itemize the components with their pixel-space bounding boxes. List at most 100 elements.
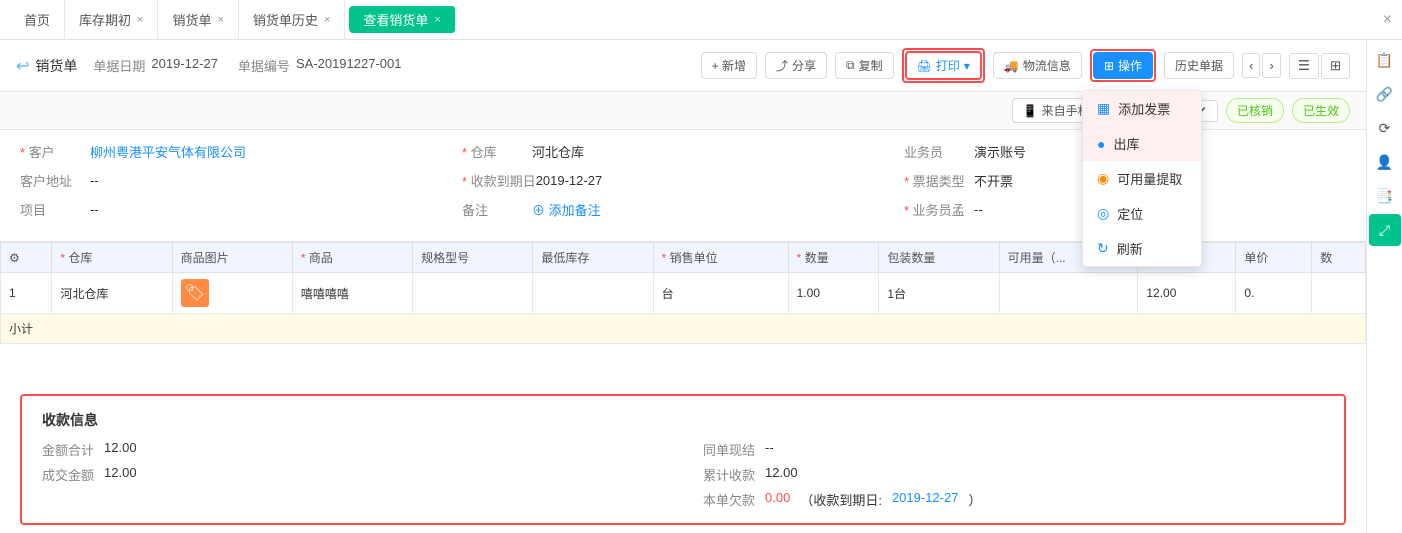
- dropdown-available-take[interactable]: ◉ 可用量提取: [1083, 161, 1201, 196]
- due-note: （收款到期日:: [800, 490, 882, 509]
- row-stock: 12.00: [1138, 273, 1236, 314]
- list-view-button[interactable]: ☰: [1289, 53, 1319, 79]
- link-icon: 🔗: [1376, 86, 1393, 103]
- cumulative-row: 累计收款 12.00: [703, 465, 1324, 484]
- copy-label: 复制: [859, 57, 883, 74]
- tab-view-close[interactable]: ×: [434, 14, 440, 26]
- tab-history-close[interactable]: ×: [324, 14, 330, 26]
- sidebar-icon-user[interactable]: 👤: [1369, 146, 1401, 178]
- transaction-label: 成交金额: [42, 465, 94, 484]
- logistics-button[interactable]: 🚚 物流信息: [993, 52, 1082, 79]
- print-dropdown-icon: ▾: [964, 59, 970, 73]
- share-label: 分享: [792, 57, 816, 74]
- sidebar-icon-expand[interactable]: ⤢: [1369, 214, 1401, 246]
- payment-date-field: 收款到期日 2019-12-27: [462, 171, 904, 190]
- refresh-icon: ↻: [1097, 240, 1109, 257]
- print-highlight-box: 🖨 打印 ▾: [902, 48, 985, 83]
- new-button[interactable]: + 新增: [701, 52, 757, 79]
- doc-meta: 单据日期 2019-12-27 单据编号 SA-20191227-001: [93, 56, 401, 75]
- tab-sales-history[interactable]: 销货单历史 ×: [239, 0, 345, 40]
- sidebar-icon-doc[interactable]: 📑: [1369, 180, 1401, 212]
- tab-sales-order[interactable]: 销货单 ×: [158, 0, 238, 40]
- available-take-label: 可用量提取: [1117, 169, 1182, 188]
- warehouse-label: 仓库: [462, 142, 532, 161]
- staff-label: 业务员: [904, 142, 974, 161]
- tab-sales-close[interactable]: ×: [217, 14, 223, 26]
- prev-button[interactable]: ‹: [1242, 53, 1260, 78]
- addr-label: 客户地址: [20, 171, 90, 190]
- doc-title-icon: ↩: [16, 56, 29, 76]
- dropdown-add-invoice[interactable]: ▦ 添加发票: [1083, 91, 1201, 126]
- col-qty: 数量: [788, 243, 879, 273]
- customer-field: 客户 柳州粤港平安气体有限公司: [20, 142, 462, 161]
- doc-no-field: 单据编号 SA-20191227-001: [238, 56, 402, 75]
- history-button[interactable]: 历史单据: [1164, 52, 1234, 79]
- operations-button[interactable]: ⊞ 操作: [1093, 52, 1153, 79]
- tab-history-label: 销货单历史: [253, 10, 318, 29]
- cumulative-value: 12.00: [765, 465, 798, 484]
- total-amount-label: 金额合计: [42, 440, 94, 459]
- operations-icon: ⊞: [1104, 59, 1114, 73]
- outbound-icon: ●: [1097, 136, 1105, 152]
- row-warehouse: 河北仓库: [52, 273, 172, 314]
- payment-info-title: 收款信息: [42, 410, 1324, 430]
- operations-highlight-box: ⊞ 操作: [1090, 49, 1156, 82]
- window-close-button[interactable]: ×: [1383, 11, 1392, 29]
- doc-actions: + 新增 ⤴ 分享 ⧉ 复制 🖨 打印 ▾: [701, 48, 1350, 83]
- col-warehouse: 仓库: [52, 243, 172, 273]
- project-field: 项目 --: [20, 200, 462, 219]
- dropdown-outbound[interactable]: ● 出库: [1083, 126, 1201, 161]
- locate-icon: ◎: [1097, 205, 1109, 222]
- salesperson-value: --: [974, 202, 983, 217]
- document-header: ↩ 销货单 单据日期 2019-12-27 单据编号 SA-20191227-0…: [0, 40, 1366, 92]
- locate-label: 定位: [1117, 204, 1143, 223]
- grid-view-button[interactable]: ⊞: [1321, 53, 1350, 79]
- customer-value[interactable]: 柳州粤港平安气体有限公司: [90, 142, 246, 161]
- row-img: 🏷: [172, 273, 292, 314]
- next-button[interactable]: ›: [1262, 53, 1280, 78]
- add-invoice-label: 添加发票: [1118, 99, 1170, 118]
- sidebar-icon-link[interactable]: 🔗: [1369, 78, 1401, 110]
- add-remark-btn[interactable]: ⊕ 添加备注: [532, 200, 601, 219]
- warehouse-field: 仓库 河北仓库: [462, 142, 904, 161]
- payment-info-left: 金额合计 12.00 成交金额 12.00: [42, 440, 663, 509]
- tab-view-sales[interactable]: 查看销货单 ×: [349, 6, 455, 33]
- user-icon: 👤: [1376, 154, 1393, 171]
- share-button[interactable]: ⤴ 分享: [765, 52, 827, 79]
- sidebar-icon-clipboard[interactable]: 📋: [1369, 44, 1401, 76]
- tab-inventory-close[interactable]: ×: [137, 14, 143, 26]
- dropdown-locate[interactable]: ◎ 定位: [1083, 196, 1201, 231]
- col-gear[interactable]: ⚙: [1, 243, 52, 273]
- due-label: 本单欠款: [703, 490, 755, 509]
- col-extra: 数: [1312, 243, 1366, 273]
- dropdown-refresh[interactable]: ↻ 刷新: [1083, 231, 1201, 266]
- col-img: 商品图片: [172, 243, 292, 273]
- col-min-stock: 最低库存: [533, 243, 653, 273]
- warehouse-value: 河北仓库: [532, 142, 584, 161]
- payment-date-value: 2019-12-27: [536, 173, 603, 188]
- add-icon: ⊕: [532, 203, 545, 218]
- copy-button[interactable]: ⧉ 复制: [835, 52, 894, 79]
- sidebar-icon-refresh[interactable]: ⟳: [1369, 112, 1401, 144]
- col-pkg-qty: 包装数量: [879, 243, 999, 273]
- total-amount-row: 金额合计 12.00: [42, 440, 663, 459]
- doc-date-field: 单据日期 2019-12-27: [93, 56, 218, 75]
- tab-view-label: 查看销货单: [363, 10, 428, 29]
- doc-date-label: 单据日期: [93, 56, 145, 75]
- row-price: 0.: [1236, 273, 1312, 314]
- customer-label: 客户: [20, 142, 90, 161]
- ticket-type-label: 票据类型: [904, 171, 974, 190]
- share-icon: ⤴: [776, 57, 788, 74]
- nav-arrows: ‹ ›: [1242, 53, 1281, 78]
- col-spec: 规格型号: [413, 243, 533, 273]
- operations-label: 操作: [1118, 57, 1142, 74]
- add-invoice-icon: ▦: [1097, 100, 1110, 117]
- same-settlement-value: --: [765, 440, 774, 459]
- operations-dropdown: ▦ 添加发票 ● 出库 ◉ 可用量提取 ◎ 定位 ↻ 刷新: [1082, 90, 1202, 267]
- logistics-label: 物流信息: [1023, 57, 1071, 74]
- refresh-label: 刷新: [1117, 239, 1143, 258]
- print-button[interactable]: 🖨 打印 ▾: [905, 51, 982, 80]
- gear-icon: ⚙: [9, 251, 20, 265]
- tab-home[interactable]: 首页: [10, 0, 65, 40]
- tab-inventory-init[interactable]: 库存期初 ×: [65, 0, 158, 40]
